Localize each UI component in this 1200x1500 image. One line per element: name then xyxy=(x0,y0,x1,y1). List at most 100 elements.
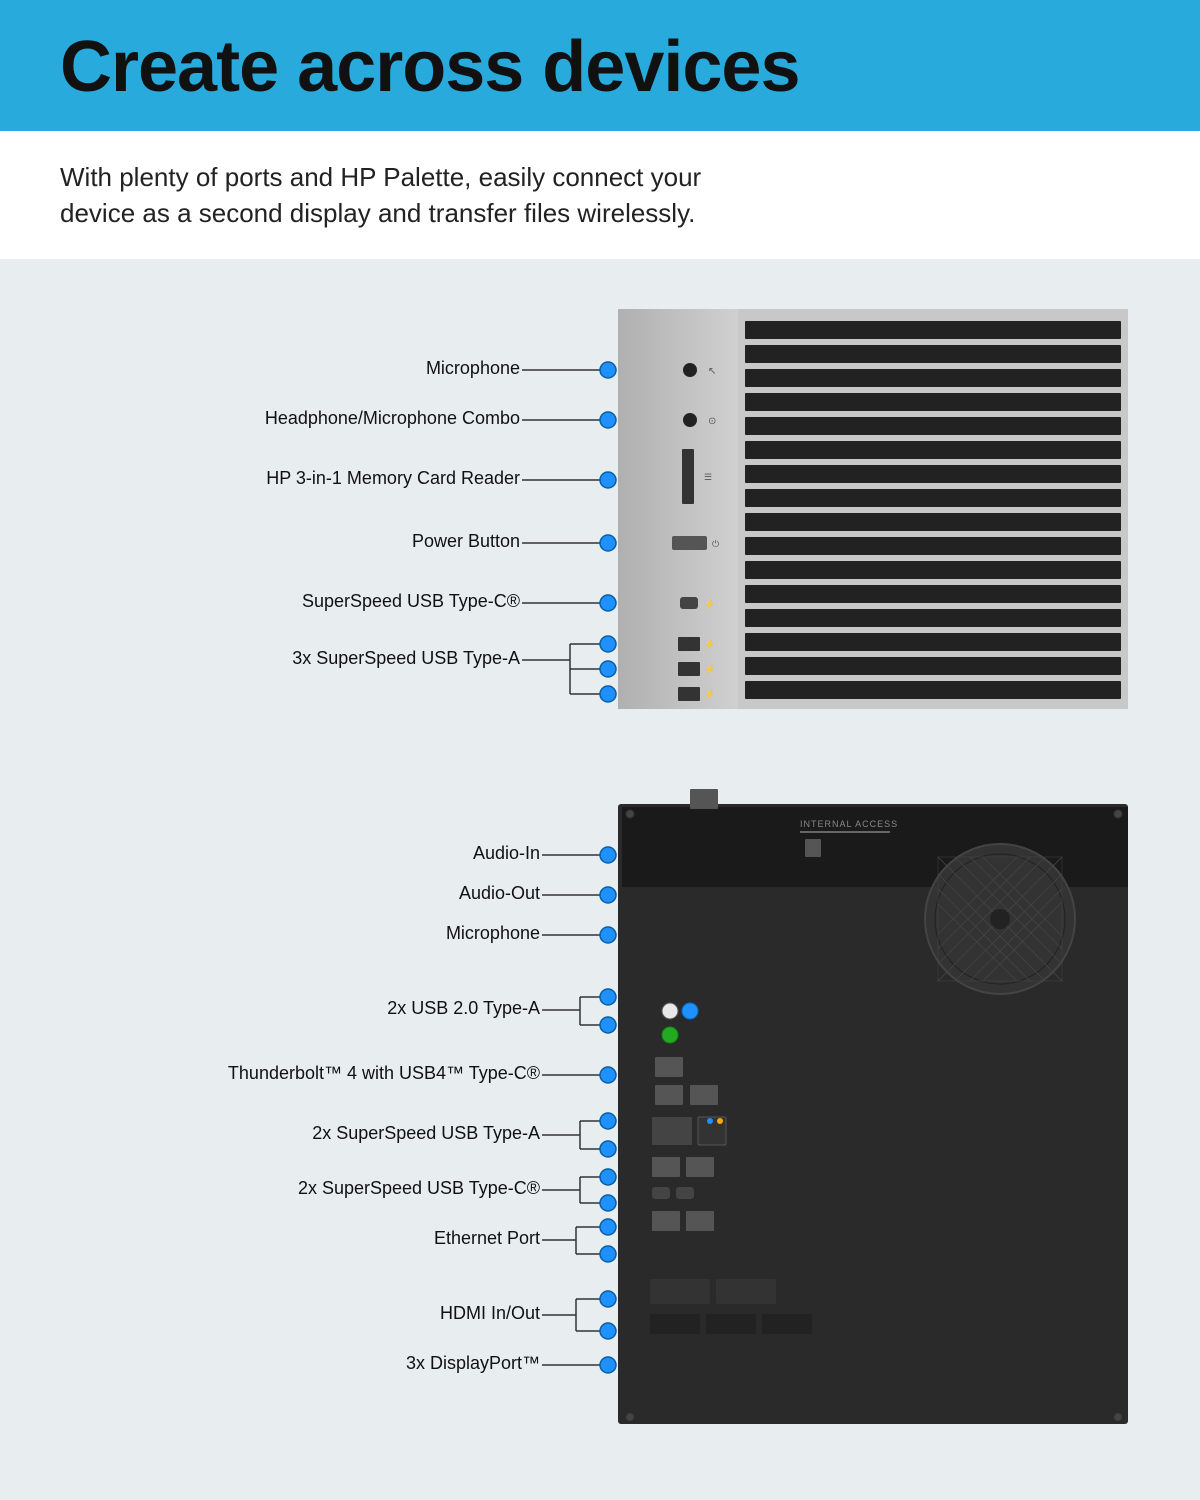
port-usb-a1-icon: ⚡ xyxy=(704,638,715,650)
port-headphone xyxy=(683,413,697,427)
screw-br xyxy=(1114,1413,1122,1421)
label-usb2: 2x USB 2.0 Type-A xyxy=(387,998,540,1018)
dot-memory-card xyxy=(600,472,616,488)
bdot-audio-out xyxy=(600,887,616,903)
bdot-ss-usb-c-bot xyxy=(600,1195,616,1211)
bp-led2 xyxy=(717,1118,723,1124)
vent-13 xyxy=(745,609,1121,627)
bdot-thunderbolt xyxy=(600,1067,616,1083)
bdot-usb2-top xyxy=(600,989,616,1005)
vent-12 xyxy=(745,585,1121,603)
subtitle-text: With plenty of ports and HP Palette, eas… xyxy=(60,159,760,232)
label-power-button: Power Button xyxy=(412,531,520,551)
label-ethernet: Ethernet Port xyxy=(434,1228,540,1248)
bp-usb-extra1 xyxy=(652,1211,680,1231)
front-panel-diagram: Microphone Headphone/Microphone Combo HP… xyxy=(60,289,1140,719)
port-usb-a3 xyxy=(678,687,700,701)
subtitle-section: With plenty of ports and HP Palette, eas… xyxy=(0,131,1200,260)
bdot-eth-bot xyxy=(600,1246,616,1262)
back-panel-section: Audio-In Audio-Out Microphone 2x USB 2.0… xyxy=(0,759,1200,1459)
front-panel-svg: Microphone Headphone/Microphone Combo HP… xyxy=(60,289,1140,719)
port-usb-c xyxy=(680,597,698,609)
vent-11 xyxy=(745,561,1121,579)
bp-usb-extra2 xyxy=(686,1211,714,1231)
bp-usb2-2 xyxy=(690,789,718,809)
port-power xyxy=(672,536,707,550)
internal-access-line xyxy=(800,831,890,833)
port-microphone xyxy=(683,363,697,377)
bp-usb2-4 xyxy=(690,1085,718,1105)
bp-usb-ss1 xyxy=(652,1157,680,1177)
dot-power xyxy=(600,535,616,551)
port-card-icon: ☰ xyxy=(704,472,712,482)
screw-bl xyxy=(626,1413,634,1421)
label-headphone-combo: Headphone/Microphone Combo xyxy=(265,408,520,428)
vent-10 xyxy=(745,537,1121,555)
label-usb-type-c: SuperSpeed USB Type-C® xyxy=(302,591,520,611)
dot-usb-a1 xyxy=(600,636,616,652)
vent-14 xyxy=(745,633,1121,651)
bdot-audio-in xyxy=(600,847,616,863)
bp-dp3 xyxy=(762,1314,812,1334)
front-panel-section: Microphone Headphone/Microphone Combo HP… xyxy=(0,259,1200,759)
dot-usb-a2 xyxy=(600,661,616,677)
label-hdmi: HDMI In/Out xyxy=(440,1303,540,1323)
port-card-reader xyxy=(682,449,694,504)
vent-16 xyxy=(745,681,1121,699)
vent-1 xyxy=(745,321,1121,339)
label-memory-card: HP 3-in-1 Memory Card Reader xyxy=(266,468,520,488)
bp-dp1 xyxy=(650,1314,700,1334)
port-usb-a1 xyxy=(678,637,700,651)
bp-usb-ss2 xyxy=(686,1157,714,1177)
screw-tr xyxy=(1114,810,1122,818)
bp-audio3 xyxy=(662,1027,678,1043)
label-mic-back: Microphone xyxy=(446,923,540,943)
bp-usb-c1 xyxy=(652,1187,670,1199)
vent-9 xyxy=(745,513,1121,531)
label-audio-in: Audio-In xyxy=(473,843,540,863)
vent-15 xyxy=(745,657,1121,675)
port-usb-a3-icon: ⚡ xyxy=(704,688,715,700)
vent-3 xyxy=(745,369,1121,387)
bp-usb2-1 xyxy=(655,1057,683,1077)
port-mic-icon: ↖ xyxy=(708,366,716,377)
back-panel-diagram: Audio-In Audio-Out Microphone 2x USB 2.0… xyxy=(60,789,1140,1409)
bp-dp2 xyxy=(706,1314,756,1334)
bdot-mic-back xyxy=(600,927,616,943)
port-power-icon: ⏻ xyxy=(712,539,719,549)
vent-2 xyxy=(745,345,1121,363)
bp-usb-c2 xyxy=(676,1187,694,1199)
bp-audio1 xyxy=(662,1003,678,1019)
vent-4 xyxy=(745,393,1121,411)
bp-usb2-3 xyxy=(655,1085,683,1105)
bp-led1 xyxy=(707,1118,713,1124)
vent-5 xyxy=(745,417,1121,435)
dot-usb-a3 xyxy=(600,686,616,702)
bdot-ss-usb-a-bot xyxy=(600,1141,616,1157)
lock-icon xyxy=(805,839,821,857)
port-usb-c-icon: ⚡ xyxy=(704,598,715,610)
bdot-hdmi-bot xyxy=(600,1323,616,1339)
bdot-usb2-bot xyxy=(600,1017,616,1033)
dot-usb-c xyxy=(600,595,616,611)
port-hp-icon: ⊙ xyxy=(708,416,716,427)
bdot-ss-usb-a-top xyxy=(600,1113,616,1129)
label-displayport: 3x DisplayPort™ xyxy=(406,1353,540,1373)
dot-headphone xyxy=(600,412,616,428)
header-section: Create across devices xyxy=(0,0,1200,131)
internal-access-label: INTERNAL ACCESS xyxy=(800,819,898,829)
label-thunderbolt: Thunderbolt™ 4 with USB4™ Type-C® xyxy=(228,1063,540,1083)
label-ss-usb-a-back: 2x SuperSpeed USB Type-A xyxy=(312,1123,540,1143)
bp-audio2 xyxy=(682,1003,698,1019)
bp-hdmi2 xyxy=(716,1279,776,1304)
vent-7 xyxy=(745,465,1121,483)
port-usb-a2-icon: ⚡ xyxy=(704,663,715,675)
dot-microphone xyxy=(600,362,616,378)
bdot-hdmi-top xyxy=(600,1291,616,1307)
bdot-eth-top xyxy=(600,1219,616,1235)
label-usb-type-a: 3x SuperSpeed USB Type-A xyxy=(292,648,520,668)
fan-center xyxy=(990,909,1010,929)
bp-hdmi1 xyxy=(650,1279,710,1304)
back-panel-svg: Audio-In Audio-Out Microphone 2x USB 2.0… xyxy=(60,789,1140,1429)
bdot-displayport xyxy=(600,1357,616,1373)
